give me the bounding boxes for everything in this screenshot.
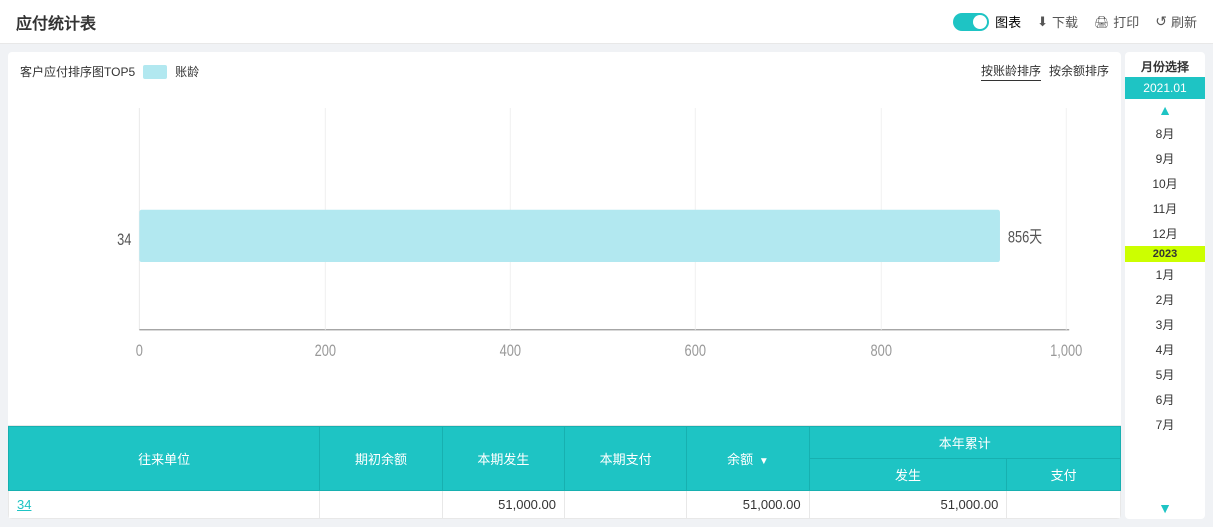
col-ytd-pay-header: 支付 [1007, 459, 1121, 491]
year-marker: 2023 [1125, 246, 1205, 262]
chart-header: 客户应付排序图TOP5 账龄 按账龄排序 按余额排序 [20, 62, 1109, 81]
table-header-row-1: 往来单位 期初余额 本期发生 本期支付 余额 ▼ 本年累计 [9, 427, 1121, 459]
content-area: 客户应付排序图TOP5 账龄 按账龄排序 按余额排序 [0, 44, 1213, 527]
month-nav-up-button[interactable]: ▲ [1125, 99, 1205, 121]
sort-by-amount-button[interactable]: 按余额排序 [1049, 62, 1109, 81]
svg-text:0: 0 [136, 341, 143, 360]
legend-box-label: 账龄 [175, 63, 199, 80]
svg-text:800: 800 [871, 341, 892, 360]
month-item[interactable]: 2月 [1125, 287, 1205, 312]
month-list: 8月9月10月11月12月20231月2月3月4月5月6月7月 [1125, 121, 1205, 497]
print-label: 打印 [1113, 12, 1139, 31]
refresh-icon [1155, 13, 1167, 30]
month-item[interactable]: 6月 [1125, 387, 1205, 412]
cell-opening [320, 491, 442, 519]
chart-section: 客户应付排序图TOP5 账龄 按账龄排序 按余额排序 [8, 52, 1121, 425]
header-actions: 图表 下载 打印 刷新 [953, 12, 1197, 31]
unit-link[interactable]: 34 [17, 497, 31, 512]
chart-toggle[interactable] [953, 13, 989, 31]
legend-chart-label: 客户应付排序图TOP5 [20, 63, 135, 80]
svg-text:600: 600 [685, 341, 706, 360]
data-table: 往来单位 期初余额 本期发生 本期支付 余额 ▼ 本年累计 发生 [8, 426, 1121, 519]
col-ytd-group-header: 本年累计 [809, 427, 1120, 459]
balance-filter-icon[interactable]: ▼ [759, 456, 769, 467]
cell-current-pay [564, 491, 686, 519]
col-unit-header: 往来单位 [9, 427, 320, 491]
month-item[interactable]: 3月 [1125, 312, 1205, 337]
chart-sort-buttons: 按账龄排序 按余额排序 [981, 62, 1109, 81]
refresh-label: 刷新 [1171, 12, 1197, 31]
month-item[interactable]: 10月 [1125, 171, 1205, 196]
col-current-occ-header: 本期发生 [442, 427, 564, 491]
cell-balance: 51,000.00 [687, 491, 809, 519]
svg-text:856天: 856天 [1008, 228, 1042, 247]
month-item[interactable]: 7月 [1125, 412, 1205, 437]
svg-text:1,000: 1,000 [1050, 341, 1082, 360]
month-item[interactable]: 1月 [1125, 262, 1205, 287]
cell-current-occ: 51,000.00 [442, 491, 564, 519]
refresh-button[interactable]: 刷新 [1155, 12, 1197, 31]
sort-by-balance-button[interactable]: 按账龄排序 [981, 62, 1041, 81]
month-item[interactable]: 11月 [1125, 196, 1205, 221]
col-opening-header: 期初余额 [320, 427, 442, 491]
col-ytd-occ-header: 发生 [809, 459, 1007, 491]
chart-toggle-wrap[interactable]: 图表 [953, 12, 1021, 31]
download-label: 下载 [1052, 12, 1078, 31]
cell-ytd-pay [1007, 491, 1121, 519]
col-current-pay-header: 本期支付 [564, 427, 686, 491]
chart-toggle-label: 图表 [995, 12, 1021, 31]
month-item[interactable]: 5月 [1125, 362, 1205, 387]
download-icon [1037, 14, 1048, 30]
month-nav-down-button[interactable]: ▼ [1125, 497, 1205, 519]
bar-chart-svg: 0 200 400 600 800 1,000 34 [80, 95, 1089, 395]
table-section: 往来单位 期初余额 本期发生 本期支付 余额 ▼ 本年累计 发生 [8, 425, 1121, 519]
bar-chart-area: 0 200 400 600 800 1,000 34 [20, 85, 1109, 425]
month-item[interactable]: 8月 [1125, 121, 1205, 146]
chart-legend: 客户应付排序图TOP5 账龄 [20, 63, 199, 80]
table-row: 34 51,000.00 51,000.00 51,000.00 [9, 491, 1121, 519]
sidebar: 月份选择 2021.01 ▲ 8月9月10月11月12月20231月2月3月4月… [1125, 52, 1205, 519]
print-button[interactable]: 打印 [1094, 12, 1139, 31]
download-button[interactable]: 下载 [1037, 12, 1078, 31]
page-title: 应付统计表 [16, 10, 953, 34]
cell-ytd-occ: 51,000.00 [809, 491, 1007, 519]
header: 应付统计表 图表 下载 打印 刷新 [0, 0, 1213, 44]
svg-text:200: 200 [315, 341, 336, 360]
print-icon [1094, 14, 1109, 29]
svg-text:34: 34 [117, 230, 131, 249]
svg-text:400: 400 [500, 341, 521, 360]
current-year-label[interactable]: 2021.01 [1125, 77, 1205, 99]
month-item[interactable]: 12月 [1125, 221, 1205, 246]
legend-box-icon [143, 65, 167, 79]
month-item[interactable]: 9月 [1125, 146, 1205, 171]
col-balance-header: 余额 ▼ [687, 427, 809, 491]
balance-header-text: 余额 [727, 452, 753, 467]
main-panel: 客户应付排序图TOP5 账龄 按账龄排序 按余额排序 [8, 52, 1121, 519]
month-item[interactable]: 4月 [1125, 337, 1205, 362]
cell-unit: 34 [9, 491, 320, 519]
sidebar-title: 月份选择 [1125, 52, 1205, 77]
